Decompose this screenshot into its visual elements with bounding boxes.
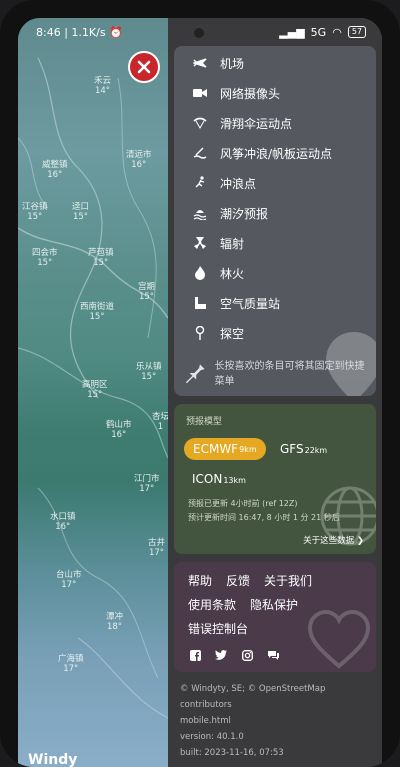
battery-icon: 57 [347, 26, 366, 38]
surfer-icon [190, 173, 210, 193]
menu-item-surfing[interactable]: 冲浪点 [174, 168, 376, 198]
network-type: 5G [310, 25, 327, 39]
city-label: 芦苞镇 15° [88, 248, 114, 268]
front-camera [194, 28, 204, 38]
privacy-link[interactable]: 隐私保护 [250, 596, 298, 613]
menu-item-tides[interactable]: 潮汐预报 [174, 198, 376, 228]
menu-item-kitesurfing[interactable]: 风筝冲浪/帆板运动点 [174, 138, 376, 168]
menu-item-webcams[interactable]: 网络摄像头 [174, 78, 376, 108]
forecast-next-update: 预计更新时间 16:47, 8 小时 1 分 21 秒后 [188, 513, 340, 522]
close-button[interactable] [128, 51, 160, 83]
copyright-text[interactable]: © Windyty, SE; © OpenStreetMap [180, 681, 325, 697]
network-speed: 1.1K/s [71, 25, 106, 39]
air-quality-icon [190, 293, 210, 313]
city-label: 乐从镇 15° [136, 362, 162, 382]
heart-icon [307, 610, 371, 669]
built-text: built: 2023-11-16, 07:53 [180, 748, 284, 758]
about-us-link[interactable]: 关于我们 [264, 572, 312, 589]
menu-item-paragliding[interactable]: 滑翔伞运动点 [174, 108, 376, 138]
instagram-icon[interactable] [240, 648, 254, 662]
webcam-icon [190, 83, 210, 103]
app-footer: © Windyty, SE; © OpenStreetMap contribut… [180, 681, 325, 761]
signal-icon: ▂▄▆ [279, 25, 305, 39]
model-ecmwf[interactable]: ECMWF 9km [184, 438, 266, 460]
weather-map[interactable]: 禾云 14° 清远市 16° 威整镇 16° 江谷镇 15° 迳口 15° 四会市 15° … [18, 18, 170, 767]
facebook-icon[interactable] [188, 648, 202, 662]
tide-icon [190, 203, 210, 223]
city-label: 鹤山市 16° [106, 420, 132, 440]
city-label: 广海镇 17° [58, 654, 84, 674]
city-label: 古井 17° [148, 538, 166, 558]
city-label: 禾云 14° [94, 76, 112, 96]
wifi-icon: ◠ [332, 25, 342, 39]
help-link[interactable]: 帮助 [188, 572, 212, 589]
version-text: version: 40.1.0 [180, 732, 244, 742]
paraglider-icon [190, 113, 210, 133]
close-icon [137, 60, 151, 74]
model-gfs[interactable]: GFS22km [280, 442, 327, 456]
windy-logo: Windy [28, 752, 78, 767]
feedback-link[interactable]: 反馈 [226, 572, 250, 589]
thumbtack-icon [185, 361, 205, 384]
city-label: 杏坛 1 [152, 412, 170, 432]
alarm-icon: ⏰ [109, 25, 123, 39]
model-icon[interactable]: ICON13km [192, 472, 246, 486]
sounding-icon [190, 323, 210, 343]
forecast-model-title: 预报模型 [186, 417, 223, 427]
forecast-updated: 预报已更新 4小时前 (ref 12Z) [188, 499, 298, 508]
city-label: 高明区 15° [82, 380, 108, 400]
city-label: 迳口 15° [72, 202, 90, 222]
status-right: ▂▄▆ 5G ◠ 57 [279, 26, 366, 39]
forecast-model-card: 预报模型 ECMWF 9km GFS22km ICON13km 预报已更新 4小时… [174, 404, 376, 554]
about-data-link[interactable]: 关于这些数据 ❯ [303, 534, 364, 546]
city-label: 江谷镇 15° [22, 202, 48, 222]
phone-frame: 8:46 | 1.1K/s ⏰ ▂▄▆ 5G ◠ 57 禾云 14° 清远市 1… [0, 0, 400, 767]
city-label: 宫期 15° [138, 282, 156, 302]
menu-item-fires[interactable]: 林火 [174, 258, 376, 288]
terms-link[interactable]: 使用条款 [188, 596, 236, 613]
city-label: 威整镇 16° [42, 160, 68, 180]
fire-icon [190, 263, 210, 283]
kitesurf-icon [190, 143, 210, 163]
error-console-link[interactable]: 错误控制台 [188, 620, 248, 637]
city-label: 江门市 17° [134, 474, 160, 494]
help-card: 帮助 反馈 关于我们 使用条款 隐私保护 错误控制台 [174, 562, 376, 672]
city-label: 潭冲 18° [106, 612, 124, 632]
city-label: 西南街道 15° [80, 302, 115, 322]
menu-item-air-quality[interactable]: 空气质量站 [174, 288, 376, 318]
city-label: 水口镇 16° [50, 512, 76, 532]
chat-icon[interactable] [266, 648, 280, 662]
city-label: 清远市 16° [126, 150, 152, 170]
file-text: mobile.html [180, 716, 231, 726]
city-label: 四会市 15° [32, 248, 58, 268]
overlay-menu: 机场 网络摄像头 滑翔伞运动点 风筝冲浪/帆板运动点 冲浪点 潮汐预报 辐射 林… [174, 46, 376, 396]
side-menu-panel: 机场 网络摄像头 滑翔伞运动点 风筝冲浪/帆板运动点 冲浪点 潮汐预报 辐射 林… [168, 18, 382, 767]
status-time: 8:46 [36, 25, 61, 39]
radiation-icon [190, 233, 210, 253]
pin-tip: 长按喜欢的条目可将其固定到快捷菜单 [184, 359, 374, 389]
chevron-right-icon: ❯ [356, 536, 364, 546]
menu-item-airports[interactable]: 机场 [174, 48, 376, 78]
status-left: 8:46 | 1.1K/s ⏰ [36, 25, 123, 39]
airplane-icon [190, 53, 210, 73]
twitter-icon[interactable] [214, 648, 228, 662]
city-label: 台山市 17° [56, 570, 82, 590]
contributors-text: contributors [180, 700, 232, 710]
screen: 8:46 | 1.1K/s ⏰ ▂▄▆ 5G ◠ 57 禾云 14° 清远市 1… [18, 18, 382, 767]
menu-item-radiation[interactable]: 辐射 [174, 228, 376, 258]
